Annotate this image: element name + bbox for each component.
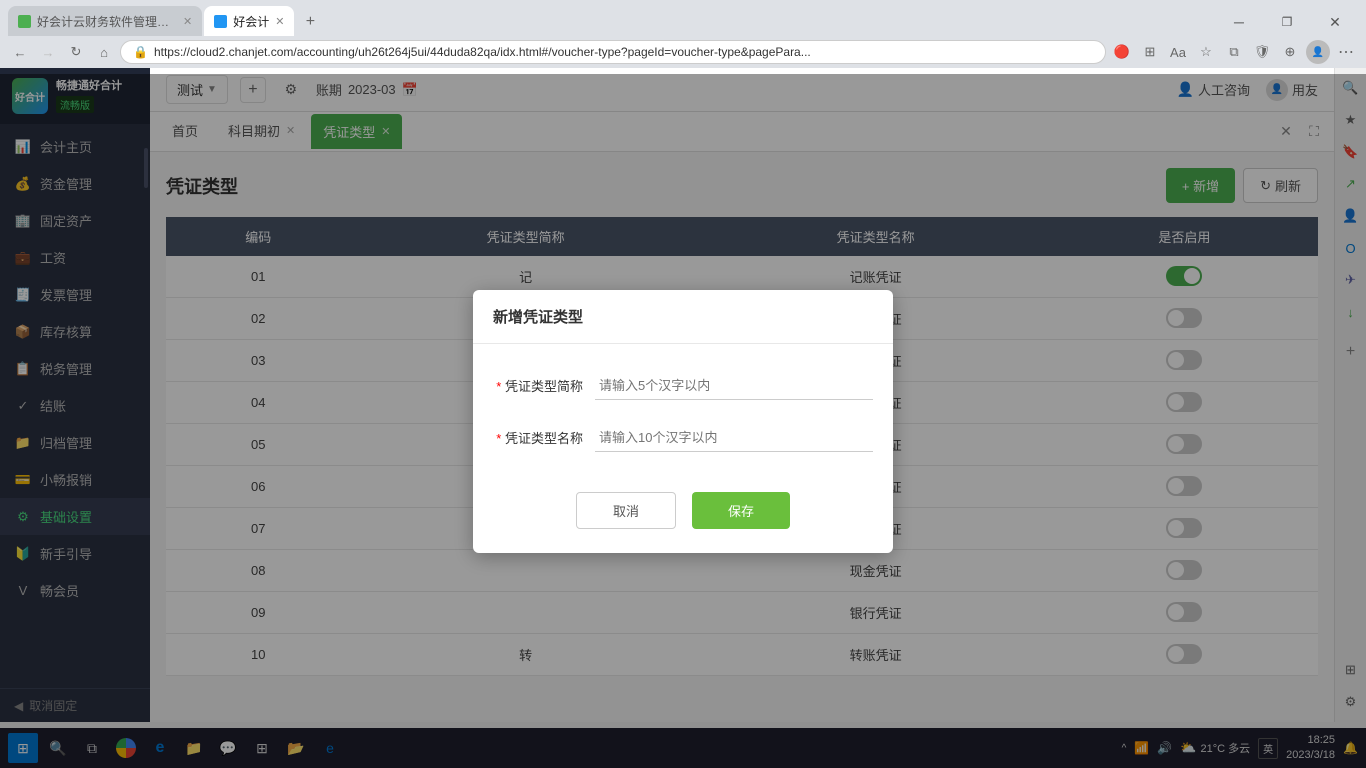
abbr-label: * 凭证类型简称 — [493, 376, 583, 395]
browser-action-6[interactable]: 🛡 — [1250, 40, 1274, 64]
browser-tab-2[interactable]: 好会计 ✕ — [204, 6, 294, 36]
browser-action-4[interactable]: ☆ — [1194, 40, 1218, 64]
save-button[interactable]: 保存 — [692, 492, 790, 529]
browser-action-5[interactable]: ⧉ — [1222, 40, 1246, 64]
browser-tab-1[interactable]: 好会计云财务软件管理系统_会计 ✕ — [8, 6, 202, 36]
browser-menu[interactable]: ⋯ — [1334, 40, 1358, 64]
name-input[interactable] — [595, 424, 873, 452]
tab-close-2[interactable]: ✕ — [275, 15, 284, 28]
tab-label-2: 好会计 — [233, 13, 269, 30]
restore-button[interactable]: ❐ — [1264, 8, 1310, 36]
modal-footer: 取消 保存 — [473, 480, 893, 553]
modal-title: 新增凭证类型 — [493, 309, 583, 326]
tab-favicon-2 — [214, 15, 227, 28]
nav-home[interactable]: ⌂ — [92, 40, 116, 64]
form-row-name: * 凭证类型名称 — [493, 424, 873, 452]
tab-label-1: 好会计云财务软件管理系统_会计 — [37, 13, 177, 30]
modal-header: 新增凭证类型 — [473, 290, 893, 344]
browser-chrome: 好会计云财务软件管理系统_会计 ✕ 好会计 ✕ + ─ ❐ ✕ ← → ↻ ⌂ … — [0, 0, 1366, 68]
cancel-button[interactable]: 取消 — [576, 492, 676, 529]
nav-back[interactable]: ← — [8, 40, 32, 64]
browser-profile[interactable]: 👤 — [1306, 40, 1330, 64]
browser-action-7[interactable]: ⊕ — [1278, 40, 1302, 64]
form-row-abbr: * 凭证类型简称 — [493, 372, 873, 400]
lock-icon: 🔒 — [133, 45, 148, 59]
browser-action-2[interactable]: ⊞ — [1138, 40, 1162, 64]
abbr-input[interactable] — [595, 372, 873, 400]
nav-forward[interactable]: → — [36, 40, 60, 64]
tab-favicon-1 — [18, 15, 31, 28]
name-label: * 凭证类型名称 — [493, 428, 583, 447]
browser-action-1[interactable]: 🔴 — [1110, 40, 1134, 64]
minimize-button[interactable]: ─ — [1216, 8, 1262, 36]
tab-close-1[interactable]: ✕ — [183, 15, 192, 28]
address-bar-row: ← → ↻ ⌂ 🔒 https://cloud2.chanjet.com/acc… — [0, 36, 1366, 68]
modal-body: * 凭证类型简称 * 凭证类型名称 — [473, 344, 893, 480]
url-text[interactable]: https://cloud2.chanjet.com/accounting/uh… — [154, 45, 1093, 59]
address-bar[interactable]: 🔒 https://cloud2.chanjet.com/accounting/… — [120, 40, 1106, 64]
new-tab-button[interactable]: + — [296, 8, 324, 36]
nav-refresh[interactable]: ↻ — [64, 40, 88, 64]
browser-action-3[interactable]: Aa — [1166, 40, 1190, 64]
modal: 新增凭证类型 * 凭证类型简称 * 凭证类型名称 取消 保存 — [473, 290, 893, 553]
close-window-button[interactable]: ✕ — [1312, 8, 1358, 36]
tab-bar: 好会计云财务软件管理系统_会计 ✕ 好会计 ✕ + ─ ❐ ✕ — [0, 0, 1366, 36]
modal-overlay: 新增凭证类型 * 凭证类型简称 * 凭证类型名称 取消 保存 — [0, 74, 1366, 768]
